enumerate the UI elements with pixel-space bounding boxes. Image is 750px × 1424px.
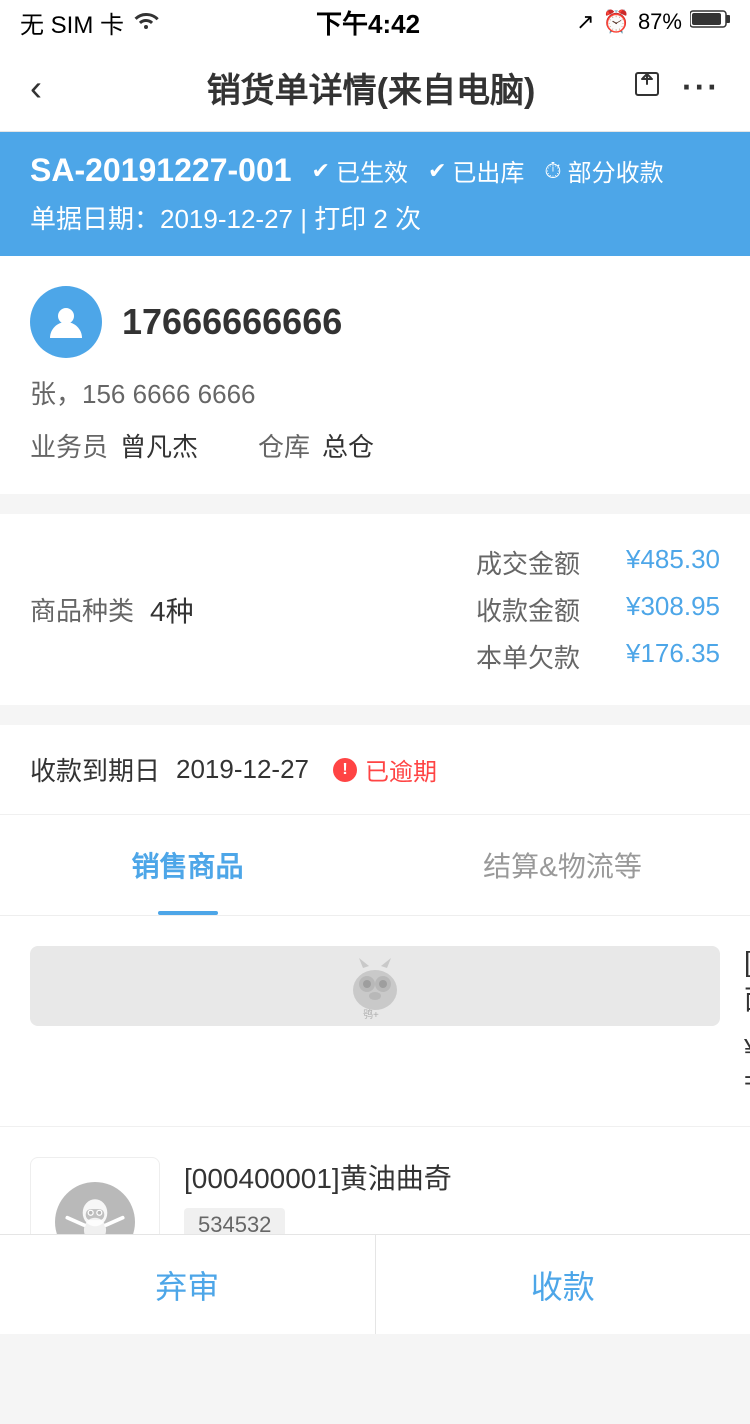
nav-right: ···: [632, 69, 720, 106]
battery-text: 87%: [638, 9, 682, 35]
cancel-button[interactable]: 弃审: [0, 1235, 376, 1334]
overdue-dot-icon: !: [333, 758, 357, 782]
confirm-button[interactable]: 收款: [376, 1235, 750, 1334]
product-types-value: 4种: [150, 590, 194, 630]
back-button[interactable]: ‹: [30, 67, 42, 109]
amount-label: 成交金额: [476, 544, 580, 581]
status-bar: 无 SIM 卡 下午4:42 ↗ ⏰ 87%: [0, 0, 750, 44]
product-types: 商品种类 4种: [30, 544, 194, 675]
product-price-1: ¥40 x 5袋 = ¥199.99: [744, 1028, 750, 1096]
debt-value: ¥176.35: [600, 638, 720, 675]
clock-icon: ⏱: [544, 158, 561, 184]
status-right: ↗ ⏰ 87%: [576, 9, 730, 35]
check-icon-1: ✔: [312, 158, 330, 184]
financial-summary: 成交金额 ¥485.30 收款金额 ¥308.95 本单欠款 ¥176.35: [476, 544, 720, 675]
status-effective: ✔ 已生效: [312, 153, 408, 188]
status-time: 下午4:42: [316, 4, 420, 41]
sales-person: 业务员 曾凡杰: [30, 427, 198, 464]
debt-row: 本单欠款 ¥176.35: [476, 638, 720, 675]
received-row: 收款金额 ¥308.95: [476, 591, 720, 628]
overdue-badge: ! 已逾期: [333, 752, 437, 787]
order-date: 单据日期：2019-12-27 | 打印 2 次: [30, 199, 720, 236]
due-date-value: 2019-12-27: [176, 754, 309, 785]
wifi-icon: [132, 8, 160, 36]
check-icon-2: ✔: [428, 158, 446, 184]
location-icon: ↗: [576, 9, 594, 35]
debt-label: 本单欠款: [476, 638, 580, 675]
tab-sales-products[interactable]: 销售商品: [0, 815, 375, 915]
customer-phone: 17666666666: [122, 301, 342, 343]
amount-value: ¥485.30: [600, 544, 720, 581]
overdue-text: 已逾期: [365, 752, 437, 787]
due-date-label: 收款到期日: [30, 751, 160, 788]
product-types-label: 商品种类: [30, 591, 134, 628]
order-header: SA-20191227-001 ✔ 已生效 ✔ 已出库 ⏱ 部分收款 单据日期：…: [0, 132, 750, 256]
more-icon[interactable]: ···: [682, 69, 720, 106]
status-partial: ⏱ 部分收款: [544, 153, 663, 188]
summary-section: 商品种类 4种 成交金额 ¥485.30 收款金额 ¥308.95 本单欠款 ¥…: [0, 514, 750, 705]
product-image-1: 鸮+: [30, 946, 720, 1026]
product-name-1: [0000002]面包: [744, 946, 750, 1018]
bottom-actions: 弃审 收款: [0, 1234, 750, 1334]
due-date-section: 收款到期日 2019-12-27 ! 已逾期: [0, 725, 750, 815]
product-name-2: [000400001]黄油曲奇: [184, 1157, 720, 1197]
tabs: 销售商品 结算&物流等: [0, 815, 750, 916]
status-left: 无 SIM 卡: [20, 5, 160, 40]
avatar: [30, 286, 102, 358]
received-label: 收款金额: [476, 591, 580, 628]
page-title: 销货单详情(来自电脑): [207, 63, 536, 112]
share-icon[interactable]: [632, 69, 662, 106]
customer-name: 张，156 6666 6666: [30, 374, 720, 411]
nav-bar: ‹ 销货单详情(来自电脑) ···: [0, 44, 750, 132]
received-value: ¥308.95: [600, 591, 720, 628]
amount-row: 成交金额 ¥485.30: [476, 544, 720, 581]
tabs-section: 销售商品 结算&物流等: [0, 815, 750, 916]
product-item: 鸮+ [0000002]面包 ¥40 x 5袋 = ¥199.99: [0, 916, 750, 1127]
carrier-text: 无 SIM 卡: [20, 5, 124, 40]
svg-text:鸮+: 鸮+: [363, 1008, 379, 1021]
order-id: SA-20191227-001: [30, 152, 292, 189]
alarm-icon: ⏰: [603, 9, 630, 35]
nav-left: ‹: [30, 67, 110, 109]
customer-meta: 业务员 曾凡杰 仓库 总仓: [30, 427, 720, 464]
battery-icon: [690, 9, 730, 35]
warehouse: 仓库 总仓: [258, 427, 374, 464]
status-shipped: ✔ 已出库: [428, 153, 524, 188]
product-info-1: [0000002]面包 ¥40 x 5袋 = ¥199.99: [744, 946, 750, 1096]
customer-section: 17666666666 张，156 6666 6666 业务员 曾凡杰 仓库 总…: [0, 256, 750, 494]
tab-settlement[interactable]: 结算&物流等: [375, 815, 750, 915]
